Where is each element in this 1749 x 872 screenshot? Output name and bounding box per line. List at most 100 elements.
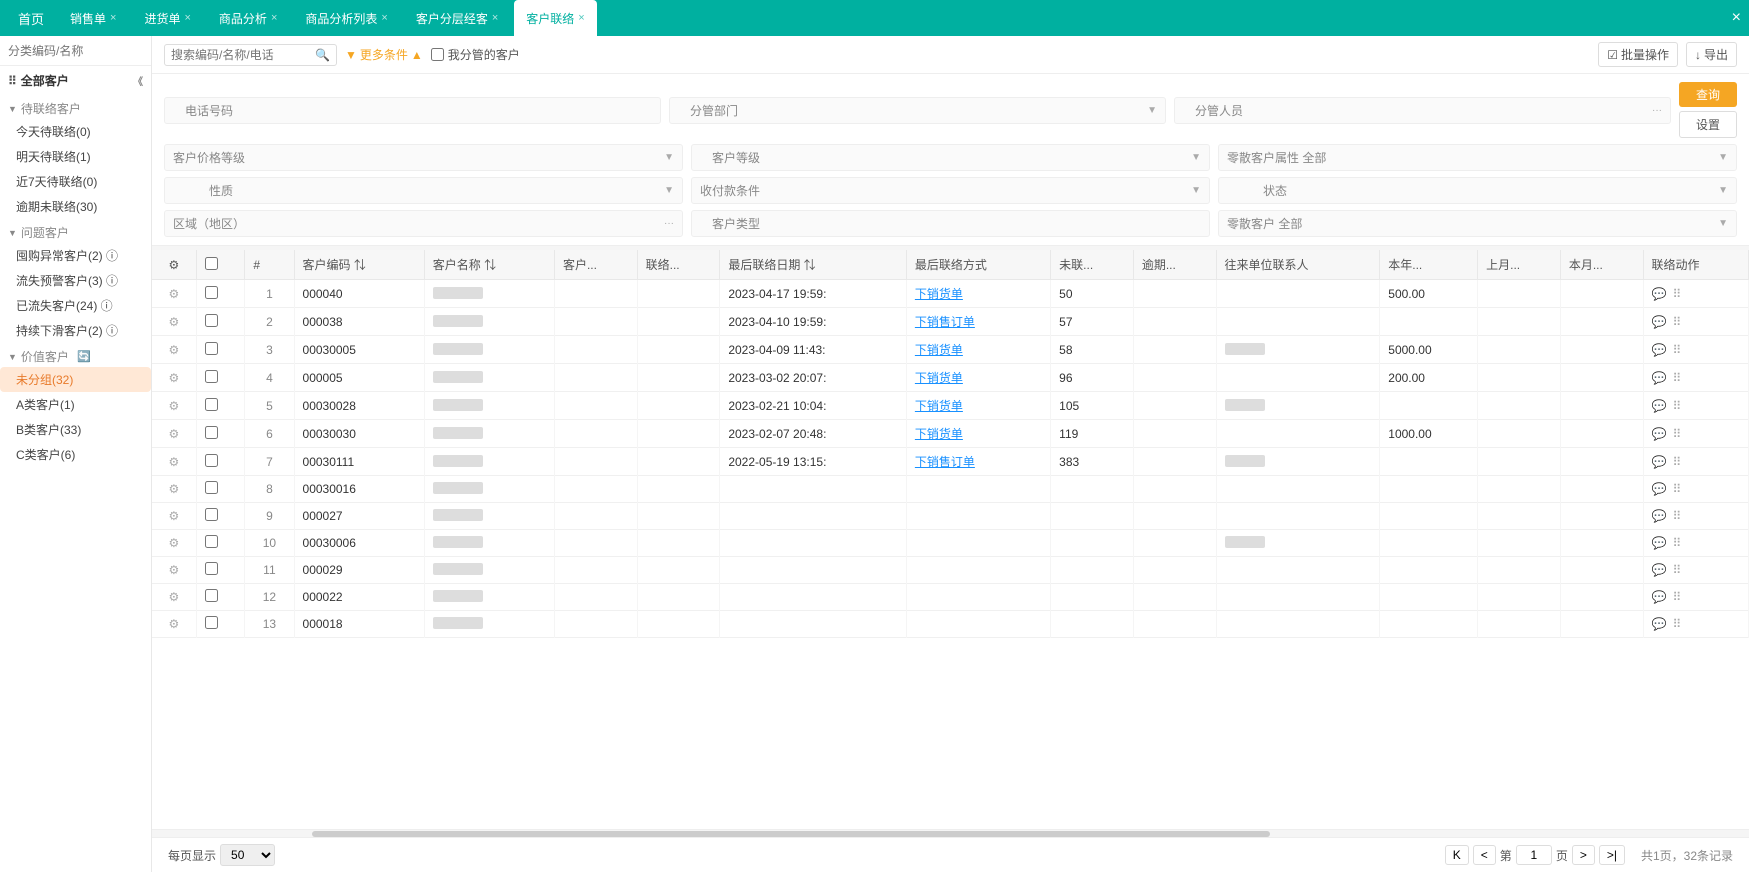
row-actions[interactable]: 💬 ⠿: [1643, 611, 1748, 638]
nav-tab-analysis[interactable]: 商品分析 ×: [207, 0, 289, 36]
export-button[interactable]: ↓ 导出: [1686, 42, 1737, 67]
more-icon[interactable]: ⠿: [1672, 509, 1681, 523]
row-last-way[interactable]: 下销货单: [906, 280, 1050, 308]
nav-home[interactable]: 首页: [8, 9, 54, 28]
sidebar-item-class-a[interactable]: A类客户(1): [0, 392, 151, 417]
more-icon[interactable]: ⠿: [1672, 287, 1681, 301]
row-gear[interactable]: ⚙: [152, 308, 196, 336]
row-check[interactable]: [196, 336, 245, 364]
call-icon[interactable]: 💬: [1652, 536, 1667, 550]
manager-field[interactable]: 分管人员 ···: [1174, 97, 1671, 124]
retail-attr-input[interactable]: [1334, 151, 1718, 165]
scrollbar-thumb[interactable]: [312, 831, 1270, 837]
group-label-value[interactable]: ▼ 价值客户 🔄: [0, 343, 151, 367]
row-check[interactable]: [196, 448, 245, 476]
sidebar-item-7days[interactable]: 近7天待联络(0): [0, 169, 151, 194]
more-conditions-btn[interactable]: ▼ 更多条件 ▲: [345, 46, 423, 63]
row-check[interactable]: [196, 584, 245, 611]
row-gear[interactable]: ⚙: [152, 280, 196, 308]
close-purchase-tab[interactable]: ×: [184, 12, 190, 24]
my-customers-filter[interactable]: 我分管的客户: [431, 46, 520, 63]
last-page-btn[interactable]: >|: [1599, 845, 1625, 865]
query-button[interactable]: 查询: [1679, 82, 1737, 107]
call-icon[interactable]: 💬: [1652, 455, 1667, 469]
col-code[interactable]: 客户编码 ⇅: [294, 250, 424, 280]
row-actions[interactable]: 💬 ⠿: [1643, 530, 1748, 557]
sidebar-search-container[interactable]: 🔍: [0, 36, 151, 66]
reset-button[interactable]: 设置: [1679, 111, 1737, 138]
sidebar-item-tomorrow[interactable]: 明天待联络(1): [0, 144, 151, 169]
row-gear[interactable]: ⚙: [152, 448, 196, 476]
payment-field[interactable]: 收付款条件 ▼: [691, 177, 1210, 204]
my-customers-checkbox[interactable]: [431, 48, 444, 61]
filter-search-container[interactable]: 🔍: [164, 44, 337, 66]
payment-input[interactable]: [768, 184, 1191, 198]
row-last-way[interactable]: [906, 557, 1050, 584]
cust-type-input[interactable]: [768, 217, 1201, 231]
batch-op-button[interactable]: ☑ 批量操作: [1598, 42, 1678, 67]
row-actions[interactable]: 💬 ⠿: [1643, 476, 1748, 503]
row-last-way[interactable]: 下销货单: [906, 420, 1050, 448]
more-icon[interactable]: ⠿: [1672, 617, 1681, 631]
more-icon[interactable]: ⠿: [1672, 315, 1681, 329]
row-check[interactable]: [196, 611, 245, 638]
region-input[interactable]: [253, 217, 664, 231]
group-label-pending[interactable]: ▼ 待联络客户: [0, 95, 151, 119]
customer-level-input[interactable]: [768, 151, 1191, 165]
row-last-way[interactable]: 下销货单: [906, 336, 1050, 364]
row-check[interactable]: [196, 364, 245, 392]
filter-search-input[interactable]: [171, 48, 311, 62]
row-last-way[interactable]: [906, 503, 1050, 530]
more-icon[interactable]: ⠿: [1672, 427, 1681, 441]
row-actions[interactable]: 💬 ⠿: [1643, 420, 1748, 448]
call-icon[interactable]: 💬: [1652, 590, 1667, 604]
row-gear[interactable]: ⚙: [152, 584, 196, 611]
row-gear[interactable]: ⚙: [152, 476, 196, 503]
row-gear[interactable]: ⚙: [152, 420, 196, 448]
row-last-way[interactable]: [906, 584, 1050, 611]
row-actions[interactable]: 💬 ⠿: [1643, 557, 1748, 584]
row-check[interactable]: [196, 420, 245, 448]
call-icon[interactable]: 💬: [1652, 343, 1667, 357]
call-icon[interactable]: 💬: [1652, 315, 1667, 329]
col-name[interactable]: 客户名称 ⇅: [424, 250, 554, 280]
price-level-field[interactable]: 客户价格等级 ▼: [164, 144, 683, 171]
row-actions[interactable]: 💬 ⠿: [1643, 584, 1748, 611]
close-analysis-list-tab[interactable]: ×: [381, 12, 387, 24]
call-icon[interactable]: 💬: [1652, 287, 1667, 301]
col-last-date[interactable]: 最后联络日期 ⇅: [720, 250, 907, 280]
sidebar-item-abnormal[interactable]: 囤购异常客户(2) ⓘ: [0, 243, 151, 268]
row-last-way[interactable]: 下销售订单: [906, 308, 1050, 336]
row-gear[interactable]: ⚙: [152, 364, 196, 392]
retail-cust-field[interactable]: 零散客户 全部 ▼: [1218, 210, 1737, 237]
nav-tab-purchase[interactable]: 进货单 ×: [132, 0, 202, 36]
more-icon[interactable]: ⠿: [1672, 455, 1681, 469]
dept-input[interactable]: [746, 103, 1147, 117]
row-actions[interactable]: 💬 ⠿: [1643, 336, 1748, 364]
row-gear[interactable]: ⚙: [152, 392, 196, 420]
row-actions[interactable]: 💬 ⠿: [1643, 503, 1748, 530]
row-gear[interactable]: ⚙: [152, 336, 196, 364]
region-field[interactable]: 区域（地区） ···: [164, 210, 683, 237]
sidebar-item-overdue[interactable]: 逾期未联络(30): [0, 194, 151, 219]
row-last-way[interactable]: [906, 530, 1050, 557]
all-customers-header[interactable]: ⠿ 全部客户 《: [0, 66, 151, 95]
row-check[interactable]: [196, 557, 245, 584]
more-icon[interactable]: ⠿: [1672, 343, 1681, 357]
row-check[interactable]: [196, 503, 245, 530]
cust-type-field[interactable]: 客户类型: [691, 210, 1210, 237]
call-icon[interactable]: 💬: [1652, 427, 1667, 441]
sidebar-item-ungrouped[interactable]: 未分组(32): [0, 367, 151, 392]
price-level-input[interactable]: [253, 151, 664, 165]
row-last-way[interactable]: 下销货单: [906, 392, 1050, 420]
retail-cust-input[interactable]: [1310, 217, 1718, 231]
row-check[interactable]: [196, 392, 245, 420]
phone-input[interactable]: [241, 103, 652, 117]
more-icon[interactable]: ⠿: [1672, 482, 1681, 496]
row-check[interactable]: [196, 280, 245, 308]
row-actions[interactable]: 💬 ⠿: [1643, 308, 1748, 336]
col-checkbox[interactable]: [196, 250, 245, 280]
nav-tab-sales[interactable]: 销售单 ×: [58, 0, 128, 36]
customer-level-field[interactable]: 客户等级 ▼: [691, 144, 1210, 171]
row-actions[interactable]: 💬 ⠿: [1643, 280, 1748, 308]
